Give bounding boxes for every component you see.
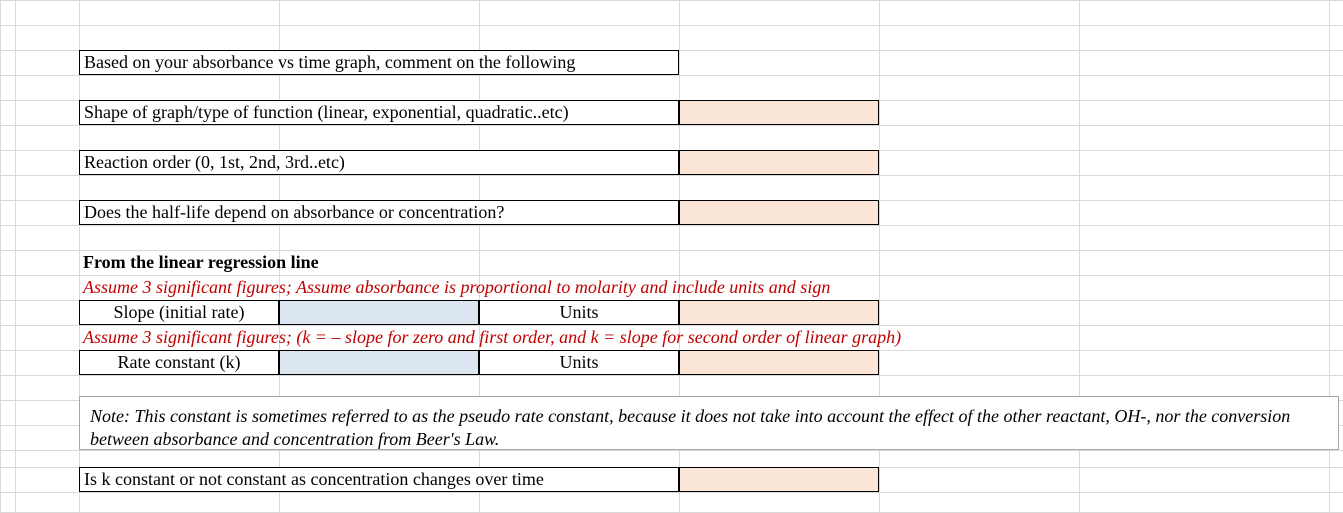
spreadsheet-sheet: Based on your absorbance vs time graph, …	[0, 0, 1343, 512]
label-rate-constant: Rate constant (k)	[79, 350, 279, 375]
label-linear-regression-header: From the linear regression line	[79, 250, 879, 275]
label-assume-sigfig-2: Assume 3 significant figures; (k = – slo…	[79, 325, 1179, 350]
input-shape-of-graph[interactable]	[679, 100, 879, 125]
label-reaction-order: Reaction order (0, 1st, 2nd, 3rd..etc)	[79, 150, 679, 175]
label-slope-units: Units	[479, 300, 679, 325]
input-reaction-order[interactable]	[679, 150, 879, 175]
label-is-k-constant: Is k constant or not constant as concent…	[79, 467, 679, 492]
input-is-k-constant[interactable]	[679, 467, 879, 492]
label-half-life: Does the half-life depend on absorbance …	[79, 200, 679, 225]
label-slope: Slope (initial rate)	[79, 300, 279, 325]
label-assume-sigfig-1: Assume 3 significant figures; Assume abs…	[79, 275, 1079, 300]
input-half-life[interactable]	[679, 200, 879, 225]
input-rate-constant-units[interactable]	[679, 350, 879, 375]
note-pseudo-rate-constant: Note: This constant is sometimes referre…	[79, 396, 1339, 450]
label-intro: Based on your absorbance vs time graph, …	[79, 50, 679, 75]
label-rate-constant-units: Units	[479, 350, 679, 375]
input-slope-units[interactable]	[679, 300, 879, 325]
label-shape-of-graph: Shape of graph/type of function (linear,…	[79, 100, 679, 125]
input-slope-value[interactable]	[279, 300, 479, 325]
input-rate-constant-value[interactable]	[279, 350, 479, 375]
